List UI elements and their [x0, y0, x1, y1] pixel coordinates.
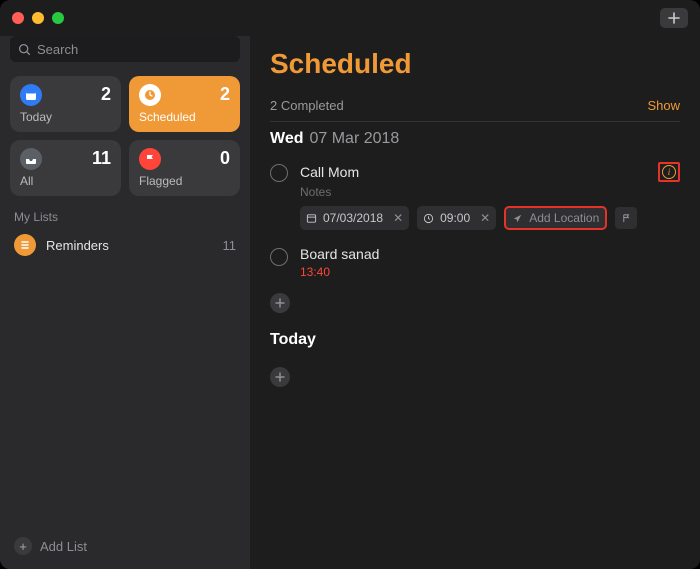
date-weekday: Wed: [270, 130, 303, 148]
reminder-title[interactable]: Call Mom: [300, 164, 359, 180]
minimize-window-button[interactable]: [32, 12, 44, 24]
date-group-header: Wed 07 Mar 2018: [270, 130, 680, 148]
reminder-title[interactable]: Board sanad: [300, 246, 680, 262]
time-value: 09:00: [440, 211, 470, 225]
reminder-item[interactable]: Board sanad 13:40: [270, 242, 680, 283]
card-today[interactable]: 2 Today: [10, 76, 121, 132]
reminder-body: Board sanad 13:40: [300, 246, 680, 279]
main-panel: Scheduled 2 Completed Show Wed 07 Mar 20…: [250, 36, 700, 569]
time-pill[interactable]: 09:00 ✕: [417, 206, 496, 230]
info-button[interactable]: i: [658, 162, 680, 182]
flag-icon: [139, 148, 161, 170]
plus-icon: [275, 298, 285, 308]
clear-time-button[interactable]: ✕: [480, 211, 490, 225]
date-value: 07/03/2018: [323, 211, 383, 225]
titlebar: [0, 0, 700, 36]
calendar-icon: [306, 213, 317, 224]
close-window-button[interactable]: [12, 12, 24, 24]
card-flagged[interactable]: 0 Flagged: [129, 140, 240, 196]
window-controls: [12, 12, 64, 24]
reminder-body: Call Mom i Notes 07/03/2018 ✕: [300, 162, 680, 230]
complete-toggle[interactable]: [270, 164, 288, 182]
page-title: Scheduled: [270, 48, 680, 80]
my-lists-header: My Lists: [14, 210, 240, 224]
list-bullet-icon: [14, 234, 36, 256]
detail-pills: 07/03/2018 ✕ 09:00 ✕ Add Location: [300, 206, 680, 230]
clock-icon: [423, 213, 434, 224]
today-section-header: Today: [270, 331, 680, 349]
add-reminder-button[interactable]: [270, 367, 290, 387]
add-reminder-button[interactable]: [270, 293, 290, 313]
info-icon: i: [662, 165, 676, 179]
app-window: Search 2 Today: [0, 0, 700, 569]
list-name: Reminders: [46, 238, 109, 253]
location-arrow-icon: [512, 213, 523, 224]
card-today-count: 2: [101, 84, 111, 105]
add-location-label: Add Location: [529, 211, 599, 225]
list-reminders[interactable]: Reminders 11: [10, 230, 240, 260]
overdue-time: 13:40: [300, 265, 680, 279]
reminder-item[interactable]: Call Mom i Notes 07/03/2018 ✕: [270, 158, 680, 234]
card-scheduled[interactable]: 2 Scheduled: [129, 76, 240, 132]
clock-icon: [139, 84, 161, 106]
notes-field[interactable]: Notes: [300, 185, 680, 199]
card-all-label: All: [20, 174, 111, 188]
card-flagged-count: 0: [220, 148, 230, 169]
new-reminder-button[interactable]: [660, 8, 688, 28]
card-all-count: 11: [92, 148, 111, 169]
search-placeholder: Search: [37, 42, 78, 57]
search-icon: [18, 43, 31, 56]
search-input[interactable]: Search: [10, 36, 240, 62]
smart-lists: 2 Today 2 Scheduled: [10, 76, 240, 196]
date-rest: 07 Mar 2018: [309, 130, 399, 148]
card-all[interactable]: 11 All: [10, 140, 121, 196]
clear-date-button[interactable]: ✕: [393, 211, 403, 225]
add-location-button[interactable]: Add Location: [504, 206, 607, 230]
date-pill[interactable]: 07/03/2018 ✕: [300, 206, 409, 230]
card-flagged-label: Flagged: [139, 174, 230, 188]
calendar-icon: [20, 84, 42, 106]
content: Search 2 Today: [0, 36, 700, 569]
plus-icon: [668, 12, 680, 24]
card-today-label: Today: [20, 110, 111, 124]
sidebar: Search 2 Today: [0, 36, 250, 569]
completed-count: 2 Completed: [270, 98, 344, 113]
plus-circle-icon: +: [14, 537, 32, 555]
inbox-icon: [20, 148, 42, 170]
flag-icon: [621, 213, 632, 224]
list-count: 11: [223, 238, 237, 253]
card-scheduled-count: 2: [220, 84, 230, 105]
add-list-label: Add List: [40, 539, 87, 554]
add-list-button[interactable]: + Add List: [10, 533, 240, 559]
complete-toggle[interactable]: [270, 248, 288, 266]
show-completed-button[interactable]: Show: [647, 98, 680, 113]
flag-toggle[interactable]: [615, 207, 637, 229]
card-scheduled-label: Scheduled: [139, 110, 230, 124]
completed-row: 2 Completed Show: [270, 98, 680, 122]
plus-icon: [275, 372, 285, 382]
maximize-window-button[interactable]: [52, 12, 64, 24]
